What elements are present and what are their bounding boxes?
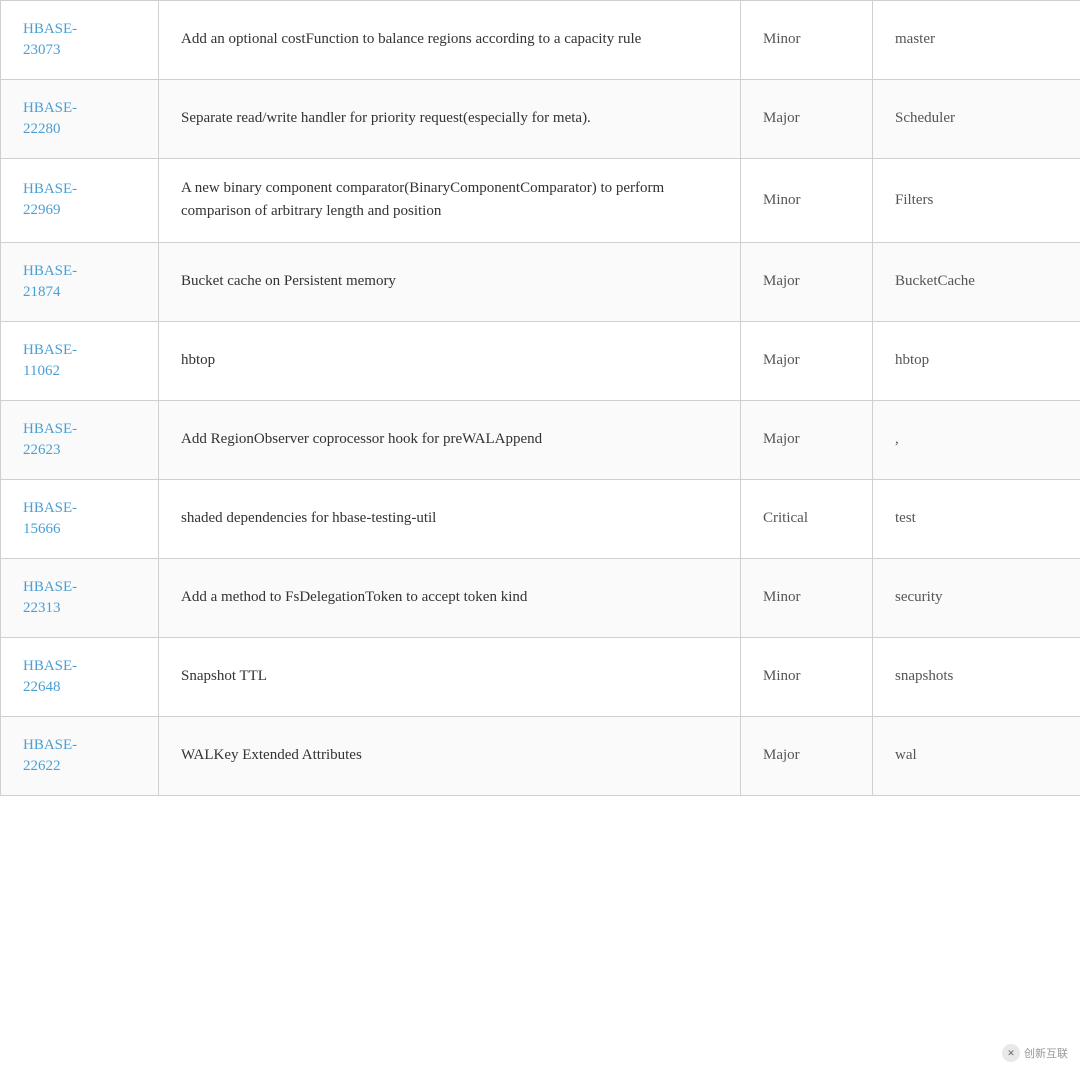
cell-priority: Minor — [741, 558, 873, 637]
cell-component: test — [873, 479, 1080, 558]
cell-issue-id[interactable]: HBASE-22622 — [1, 716, 159, 795]
table-row: HBASE-15666 shaded dependencies for hbase… — [1, 479, 1080, 558]
cell-component: hbtop — [873, 321, 1080, 400]
cell-summary: Add a method to FsDelegationToken to acc… — [159, 558, 741, 637]
table-row: HBASE-22648 Snapshot TTLMinorsnapshots — [1, 637, 1080, 716]
watermark: ✕ 创新互联 — [1002, 1044, 1068, 1062]
issue-link[interactable]: HBASE-22280 — [23, 98, 136, 140]
issue-link[interactable]: HBASE-22648 — [23, 656, 136, 698]
cell-priority: Minor — [741, 1, 873, 80]
cell-summary: A new binary component comparator(Binary… — [159, 159, 741, 243]
watermark-icon: ✕ — [1002, 1044, 1020, 1062]
cell-priority: Major — [741, 400, 873, 479]
main-container: HBASE-23073 Add an optional costFunction … — [0, 0, 1080, 1074]
cell-summary: hbtop — [159, 321, 741, 400]
issue-link[interactable]: HBASE-11062 — [23, 340, 136, 382]
cell-component: security — [873, 558, 1080, 637]
table-row: HBASE-11062 hbtopMajorhbtop — [1, 321, 1080, 400]
cell-issue-id[interactable]: HBASE-15666 — [1, 479, 159, 558]
cell-priority: Minor — [741, 637, 873, 716]
cell-issue-id[interactable]: HBASE-22623 — [1, 400, 159, 479]
cell-priority: Major — [741, 321, 873, 400]
cell-priority: Minor — [741, 159, 873, 243]
table-row: HBASE-22280 Separate read/write handler f… — [1, 80, 1080, 159]
issue-link[interactable]: HBASE-23073 — [23, 19, 136, 61]
table-row: HBASE-21874 Bucket cache on Persistent me… — [1, 242, 1080, 321]
cell-summary: shaded dependencies for hbase-testing-ut… — [159, 479, 741, 558]
issue-link[interactable]: HBASE-22969 — [23, 179, 136, 221]
cell-priority: Critical — [741, 479, 873, 558]
cell-summary: Separate read/write handler for priority… — [159, 80, 741, 159]
cell-component: master — [873, 1, 1080, 80]
cell-summary: Bucket cache on Persistent memory — [159, 242, 741, 321]
cell-issue-id[interactable]: HBASE-21874 — [1, 242, 159, 321]
table-row: HBASE-22622 WALKey Extended AttributesMaj… — [1, 716, 1080, 795]
cell-issue-id[interactable]: HBASE-22648 — [1, 637, 159, 716]
cell-priority: Major — [741, 80, 873, 159]
cell-priority: Major — [741, 716, 873, 795]
cell-issue-id[interactable]: HBASE-11062 — [1, 321, 159, 400]
watermark-text: 创新互联 — [1024, 1045, 1068, 1061]
issue-link[interactable]: HBASE-21874 — [23, 261, 136, 303]
issue-link[interactable]: HBASE-22623 — [23, 419, 136, 461]
cell-component: BucketCache — [873, 242, 1080, 321]
cell-issue-id[interactable]: HBASE-23073 — [1, 1, 159, 80]
table-row: HBASE-22969 A new binary component compar… — [1, 159, 1080, 243]
issue-link[interactable]: HBASE-22622 — [23, 735, 136, 777]
cell-summary: WALKey Extended Attributes — [159, 716, 741, 795]
table-row: HBASE-22313 Add a method to FsDelegationT… — [1, 558, 1080, 637]
issues-table: HBASE-23073 Add an optional costFunction … — [0, 0, 1080, 796]
issue-link[interactable]: HBASE-22313 — [23, 577, 136, 619]
cell-issue-id[interactable]: HBASE-22969 — [1, 159, 159, 243]
issue-link[interactable]: HBASE-15666 — [23, 498, 136, 540]
cell-issue-id[interactable]: HBASE-22313 — [1, 558, 159, 637]
table-row: HBASE-22623 Add RegionObserver coprocesso… — [1, 400, 1080, 479]
cell-priority: Major — [741, 242, 873, 321]
table-row: HBASE-23073 Add an optional costFunction … — [1, 1, 1080, 80]
cell-summary: Snapshot TTL — [159, 637, 741, 716]
cell-component: , — [873, 400, 1080, 479]
cell-component: Filters — [873, 159, 1080, 243]
cell-component: snapshots — [873, 637, 1080, 716]
cell-component: Scheduler — [873, 80, 1080, 159]
cell-summary: Add RegionObserver coprocessor hook for … — [159, 400, 741, 479]
cell-summary: Add an optional costFunction to balance … — [159, 1, 741, 80]
cell-component: wal — [873, 716, 1080, 795]
cell-issue-id[interactable]: HBASE-22280 — [1, 80, 159, 159]
